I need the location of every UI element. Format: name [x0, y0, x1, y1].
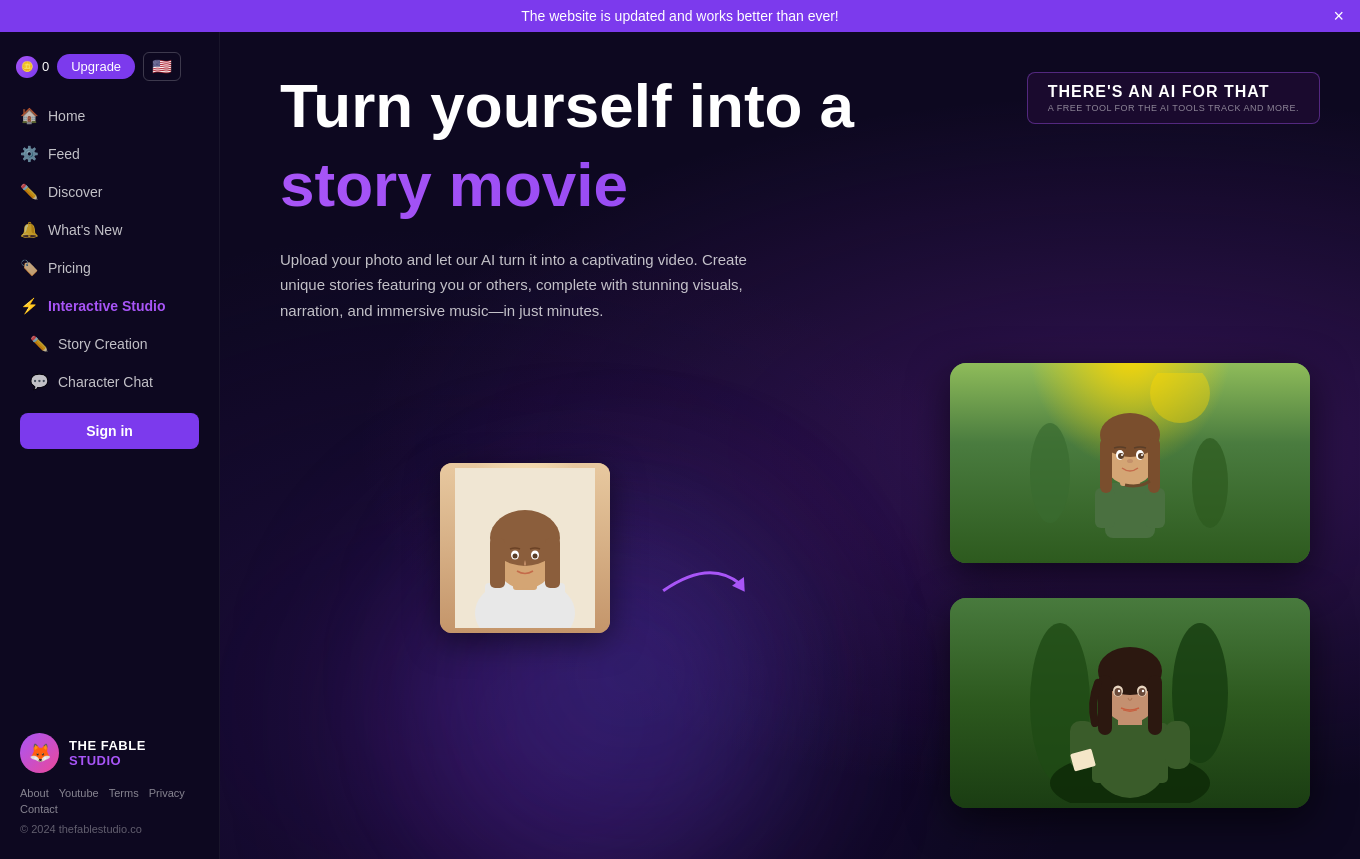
banner-text: The website is updated and works better …	[521, 8, 839, 24]
studio-icon: ⚡	[20, 297, 38, 315]
portrait-illustration	[455, 468, 595, 628]
sidebar-item-label: Story Creation	[58, 336, 147, 352]
svg-marker-12	[732, 574, 750, 592]
svg-point-26	[1118, 453, 1124, 459]
brand-name: THE FABLE STUDIO	[69, 738, 199, 768]
svg-point-13	[1030, 423, 1070, 523]
hero-description: Upload your photo and let our AI turn it…	[280, 247, 780, 324]
svg-point-14	[1192, 438, 1228, 528]
ai-badge: there's AN AI For That A FREE tool for t…	[1027, 72, 1320, 124]
svg-rect-37	[1165, 721, 1190, 769]
sidebar-item-label: Home	[48, 108, 85, 124]
coins-badge: 🪙 0	[16, 56, 49, 78]
ai-badge-subtext: A FREE tool for the AI tools track and m…	[1048, 103, 1299, 113]
svg-point-27	[1138, 453, 1144, 459]
pen-icon: ✏️	[30, 335, 48, 353]
svg-rect-7	[545, 538, 560, 588]
sidebar-item-story-creation[interactable]: ✏️ Story Creation	[0, 325, 219, 363]
original-photo-inner	[440, 463, 610, 633]
svg-point-28	[1121, 454, 1123, 456]
svg-rect-22	[1100, 438, 1112, 493]
sidebar-item-label: Pricing	[48, 260, 91, 276]
svg-point-48	[1142, 690, 1144, 692]
svg-rect-23	[1148, 438, 1160, 493]
sidebar: 🪙 0 Upgrade 🇺🇸 🏠 Home ⚙️ Feed ✏️ Discove…	[0, 32, 220, 859]
transformation-arrow	[650, 540, 761, 628]
svg-rect-17	[1095, 488, 1115, 528]
original-photo	[440, 463, 610, 633]
svg-rect-18	[1145, 488, 1165, 528]
sidebar-item-label: Character Chat	[58, 374, 153, 390]
bell-icon: 🔔	[20, 221, 38, 239]
footer-link-about[interactable]: About	[20, 787, 49, 799]
footer-links: About Youtube Terms Privacy Contact	[20, 787, 199, 815]
discover-icon: ✏️	[20, 183, 38, 201]
result-photo-bottom	[950, 598, 1310, 808]
sidebar-footer: 🦊 THE FABLE STUDIO About Youtube Terms P…	[0, 717, 219, 851]
arrow-svg	[652, 540, 761, 616]
sidebar-item-label: What's New	[48, 222, 122, 238]
announcement-banner: The website is updated and works better …	[0, 0, 1360, 32]
svg-point-30	[1127, 459, 1133, 463]
sidebar-item-label: Discover	[48, 184, 102, 200]
coin-icon: 🪙	[16, 56, 38, 78]
image-showcase	[280, 363, 1310, 823]
sidebar-item-discover[interactable]: ✏️ Discover	[0, 173, 219, 211]
brand-logo: 🦊 THE FABLE STUDIO	[20, 733, 199, 773]
sidebar-item-label: Interactive Studio	[48, 298, 165, 314]
upgrade-button[interactable]: Upgrade	[57, 54, 135, 79]
sidebar-item-whats-new[interactable]: 🔔 What's New	[0, 211, 219, 249]
svg-rect-42	[1148, 675, 1162, 735]
svg-point-29	[1141, 454, 1143, 456]
svg-point-45	[1115, 688, 1122, 696]
main-content: there's AN AI For That A FREE tool for t…	[220, 32, 1360, 859]
language-flag-button[interactable]: 🇺🇸	[143, 52, 181, 81]
realistic-character-bottom	[1030, 603, 1230, 803]
svg-rect-6	[490, 538, 505, 588]
banner-close-button[interactable]: ×	[1333, 6, 1344, 27]
feed-icon: ⚙️	[20, 145, 38, 163]
brand-avatar: 🦊	[20, 733, 59, 773]
footer-link-contact[interactable]: Contact	[20, 803, 58, 815]
coins-count: 0	[42, 59, 49, 74]
copyright-text: © 2024 thefablestudio.co	[20, 823, 199, 835]
home-icon: 🏠	[20, 107, 38, 125]
sidebar-header: 🪙 0 Upgrade 🇺🇸	[0, 44, 219, 97]
ai-badge-text: there's AN AI For That	[1048, 83, 1270, 100]
svg-point-46	[1139, 688, 1146, 696]
result-photo-bottom-inner	[950, 598, 1310, 808]
sidebar-nav: 🏠 Home ⚙️ Feed ✏️ Discover 🔔 What's New …	[0, 97, 219, 401]
result-photo-top-inner	[950, 363, 1310, 563]
cartoon-character-top	[1030, 373, 1230, 553]
chat-icon: 💬	[30, 373, 48, 391]
svg-point-15	[1150, 373, 1210, 423]
sidebar-item-feed[interactable]: ⚙️ Feed	[0, 135, 219, 173]
svg-point-10	[513, 554, 518, 559]
sidebar-item-interactive-studio[interactable]: ⚡ Interactive Studio	[0, 287, 219, 325]
sidebar-item-home[interactable]: 🏠 Home	[0, 97, 219, 135]
result-photo-top	[950, 363, 1310, 563]
hero-title-line2: story movie	[280, 148, 1310, 222]
footer-link-terms[interactable]: Terms	[109, 787, 139, 799]
tag-icon: 🏷️	[20, 259, 38, 277]
sidebar-item-character-chat[interactable]: 💬 Character Chat	[0, 363, 219, 401]
sidebar-item-pricing[interactable]: 🏷️ Pricing	[0, 249, 219, 287]
sidebar-item-label: Feed	[48, 146, 80, 162]
footer-link-privacy[interactable]: Privacy	[149, 787, 185, 799]
svg-point-11	[533, 554, 538, 559]
footer-link-youtube[interactable]: Youtube	[59, 787, 99, 799]
sign-in-button[interactable]: Sign in	[20, 413, 199, 449]
svg-point-47	[1118, 690, 1120, 692]
